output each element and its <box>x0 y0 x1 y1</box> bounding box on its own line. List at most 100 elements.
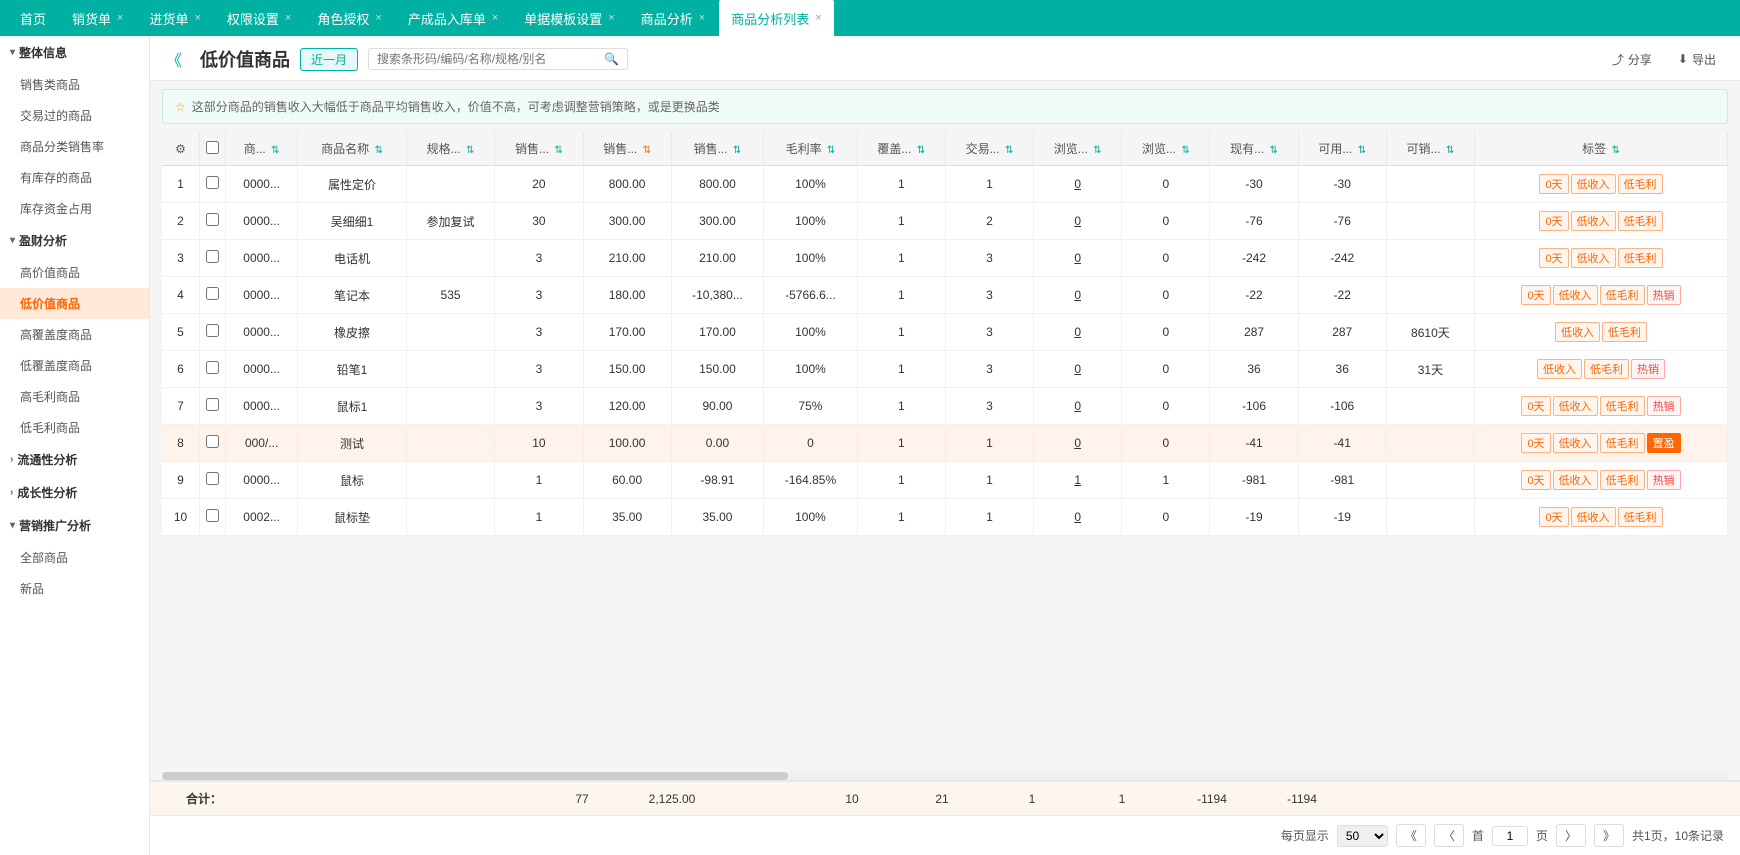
cell-checkbox[interactable] <box>200 499 226 536</box>
cell-checkbox[interactable] <box>200 240 226 277</box>
page-number-input[interactable] <box>1492 826 1528 846</box>
cell-browse1[interactable]: 0 <box>1034 499 1122 536</box>
search-input[interactable] <box>377 52 604 66</box>
col-sellable[interactable]: 可销... ⇅ <box>1386 132 1474 166</box>
sidebar-group-marketing[interactable]: ▾ 营销推广分析 <box>0 509 149 542</box>
row-checkbox[interactable] <box>206 176 219 189</box>
nav-sales[interactable]: 销货单 × <box>60 0 135 36</box>
browse1-link[interactable]: 0 <box>1074 177 1081 191</box>
table-row[interactable]: 3 0000... 电话机 3 210.00 210.00 100% 1 3 0… <box>162 240 1728 277</box>
cell-checkbox[interactable] <box>200 462 226 499</box>
col-settings[interactable]: ⚙ <box>162 132 200 166</box>
sidebar-item-low-value[interactable]: 低价值商品 <box>0 288 149 319</box>
sidebar-item-traded[interactable]: 交易过的商品 <box>0 100 149 131</box>
browse1-link[interactable]: 0 <box>1074 251 1081 265</box>
browse1-link[interactable]: 0 <box>1074 510 1081 524</box>
table-row[interactable]: 8 000/... 测试 10 100.00 0.00 0 1 1 0 0 -4… <box>162 425 1728 462</box>
first-page-button[interactable]: 《 <box>1396 824 1426 847</box>
nav-permissions[interactable]: 权限设置 × <box>215 0 303 36</box>
nav-purchase[interactable]: 进货单 × <box>137 0 212 36</box>
collapse-sidebar-button[interactable]: 《 <box>166 47 182 71</box>
row-checkbox[interactable] <box>206 213 219 226</box>
nav-templates[interactable]: 单据模板设置 × <box>512 0 626 36</box>
col-sales-qty[interactable]: 销售... ⇅ <box>495 132 583 166</box>
col-code[interactable]: 商... ⇅ <box>226 132 298 166</box>
table-row[interactable]: 1 0000... 属性定价 20 800.00 800.00 100% 1 1… <box>162 166 1728 203</box>
per-page-select[interactable]: 50 100 200 <box>1337 825 1388 847</box>
search-icon[interactable]: 🔍 <box>604 52 619 66</box>
nav-product-analysis[interactable]: 商品分析 × <box>629 0 717 36</box>
last-page-button[interactable]: 》 <box>1594 824 1624 847</box>
data-table-container[interactable]: ⚙ 商... ⇅ 商品名称 ⇅ 规格... ⇅ 销售... ⇅ 销售... ⇅ … <box>162 132 1728 772</box>
browse1-link[interactable]: 0 <box>1074 436 1081 450</box>
table-row[interactable]: 9 0000... 鼠标 1 60.00 -98.91 -164.85% 1 1… <box>162 462 1728 499</box>
col-gross-rate[interactable]: 毛利率 ⇅ <box>764 132 857 166</box>
col-sales-avg[interactable]: 销售... ⇅ <box>671 132 764 166</box>
col-tags[interactable]: 标签 ⇅ <box>1475 132 1728 166</box>
sidebar-item-stocked[interactable]: 有库存的商品 <box>0 162 149 193</box>
sidebar-group-overall[interactable]: ▾ 整体信息 <box>0 36 149 69</box>
col-transaction[interactable]: 交易... ⇅ <box>945 132 1033 166</box>
filter-recent-month-button[interactable]: 近一月 <box>300 48 358 71</box>
col-name[interactable]: 商品名称 ⇅ <box>298 132 407 166</box>
table-row[interactable]: 10 0002... 鼠标垫 1 35.00 35.00 100% 1 1 0 … <box>162 499 1728 536</box>
row-checkbox[interactable] <box>206 324 219 337</box>
col-current-stock[interactable]: 现有... ⇅ <box>1210 132 1298 166</box>
sidebar-group-growth[interactable]: › 成长性分析 <box>0 476 149 509</box>
table-row[interactable]: 5 0000... 橡皮擦 3 170.00 170.00 100% 1 3 0… <box>162 314 1728 351</box>
col-sales-amount[interactable]: 销售... ⇅ <box>583 132 671 166</box>
cell-browse1[interactable]: 1 <box>1034 462 1122 499</box>
cell-browse1[interactable]: 0 <box>1034 351 1122 388</box>
row-checkbox[interactable] <box>206 250 219 263</box>
col-available[interactable]: 可用... ⇅ <box>1298 132 1386 166</box>
cell-browse1[interactable]: 0 <box>1034 425 1122 462</box>
cell-checkbox[interactable] <box>200 425 226 462</box>
sidebar-group-finance[interactable]: ▾ 盈财分析 <box>0 224 149 257</box>
nav-home[interactable]: 首页 <box>8 0 58 36</box>
cell-browse1[interactable]: 0 <box>1034 240 1122 277</box>
sidebar-item-high-value[interactable]: 高价值商品 <box>0 257 149 288</box>
scrollbar-thumb[interactable] <box>162 772 788 780</box>
col-browse1[interactable]: 浏览... ⇅ <box>1034 132 1122 166</box>
export-button[interactable]: ⬇ 导出 <box>1670 47 1724 72</box>
sidebar-item-all-products[interactable]: 全部商品 <box>0 542 149 573</box>
browse1-link[interactable]: 0 <box>1074 214 1081 228</box>
horizontal-scrollbar[interactable] <box>162 772 1728 780</box>
nav-roles[interactable]: 角色授权 × <box>305 0 393 36</box>
sidebar-item-sales-products[interactable]: 销售类商品 <box>0 69 149 100</box>
table-row[interactable]: 4 0000... 笔记本 535 3 180.00 -10,380... -5… <box>162 277 1728 314</box>
cell-browse1[interactable]: 0 <box>1034 166 1122 203</box>
nav-product-analysis-list[interactable]: 商品分析列表 × <box>719 0 833 36</box>
select-all-checkbox[interactable] <box>206 141 219 154</box>
cell-checkbox[interactable] <box>200 166 226 203</box>
sidebar-item-low-margin[interactable]: 低毛利商品 <box>0 412 149 443</box>
sidebar-item-high-coverage[interactable]: 高覆盖度商品 <box>0 319 149 350</box>
col-spec[interactable]: 规格... ⇅ <box>406 132 495 166</box>
cell-checkbox[interactable] <box>200 314 226 351</box>
browse1-link[interactable]: 0 <box>1074 362 1081 376</box>
sidebar-item-high-margin[interactable]: 高毛利商品 <box>0 381 149 412</box>
browse1-link[interactable]: 0 <box>1074 288 1081 302</box>
table-row[interactable]: 7 0000... 鼠标1 3 120.00 90.00 75% 1 3 0 0… <box>162 388 1728 425</box>
row-checkbox[interactable] <box>206 398 219 411</box>
table-row[interactable]: 2 0000... 吴细细1 参加复试 30 300.00 300.00 100… <box>162 203 1728 240</box>
share-button[interactable]: ⤴ 分享 <box>1604 47 1660 72</box>
cell-browse1[interactable]: 0 <box>1034 314 1122 351</box>
row-checkbox[interactable] <box>206 361 219 374</box>
col-coverage[interactable]: 覆盖... ⇅ <box>857 132 945 166</box>
sidebar-item-capital[interactable]: 库存资金占用 <box>0 193 149 224</box>
col-checkbox[interactable] <box>200 132 226 166</box>
cell-browse1[interactable]: 0 <box>1034 277 1122 314</box>
col-browse2[interactable]: 浏览... ⇅ <box>1122 132 1210 166</box>
cell-browse1[interactable]: 0 <box>1034 388 1122 425</box>
row-checkbox[interactable] <box>206 509 219 522</box>
cell-checkbox[interactable] <box>200 277 226 314</box>
browse1-link[interactable]: 0 <box>1074 399 1081 413</box>
row-checkbox[interactable] <box>206 435 219 448</box>
sidebar-item-low-coverage[interactable]: 低覆盖度商品 <box>0 350 149 381</box>
row-checkbox[interactable] <box>206 287 219 300</box>
browse1-link[interactable]: 1 <box>1074 473 1081 487</box>
cell-checkbox[interactable] <box>200 388 226 425</box>
prev-page-button[interactable]: 〈 <box>1434 824 1464 847</box>
next-page-button[interactable]: 〉 <box>1556 824 1586 847</box>
